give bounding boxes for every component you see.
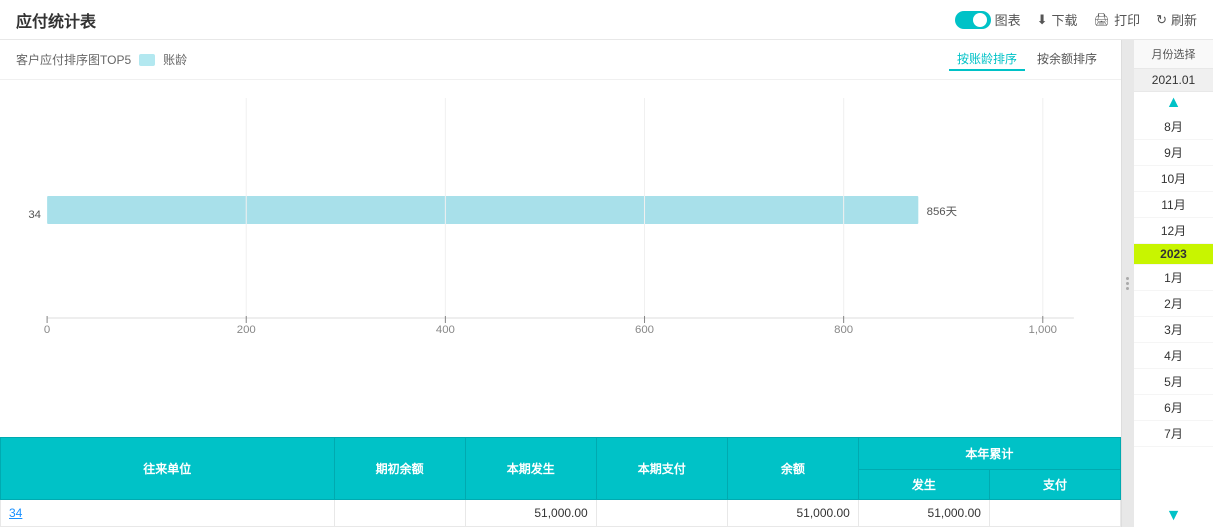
sidebar-nav-up[interactable]: ▲	[1134, 92, 1213, 114]
svg-text:200: 200	[237, 324, 256, 336]
cell-year-occur: 51,000.00	[858, 500, 989, 527]
svg-text:1,000: 1,000	[1029, 324, 1058, 336]
col-header-unit: 往来单位	[1, 438, 335, 500]
sidebar-month-6[interactable]: 6月	[1134, 395, 1213, 421]
col-header-current-pay: 本期支付	[596, 438, 727, 500]
sidebar-month-8[interactable]: 8月	[1134, 114, 1213, 140]
col-header-year-total: 本年累计	[858, 438, 1120, 470]
sidebar-month-3[interactable]: 3月	[1134, 317, 1213, 343]
chart-sort-buttons: 按账龄排序 按余额排序	[949, 48, 1105, 71]
unit-link[interactable]: 34	[9, 506, 22, 520]
download-button[interactable]: ⬇ 下载	[1037, 10, 1078, 29]
chart-toggle[interactable]: 图表	[955, 10, 1021, 29]
table-row: 34 51,000.00 51,000.00 51,000.00	[1, 500, 1121, 527]
svg-text:800: 800	[834, 324, 853, 336]
cell-current-pay	[596, 500, 727, 527]
sort-by-age-button[interactable]: 按账龄排序	[949, 48, 1025, 71]
sidebar-divider[interactable]	[1121, 40, 1133, 527]
download-icon: ⬇	[1037, 12, 1048, 28]
bar-chart: 34 856天 0 200	[16, 88, 1105, 348]
divider-dots	[1126, 277, 1129, 290]
chart-header: 客户应付排序图TOP5 账龄 按账龄排序 按余额排序	[0, 40, 1121, 80]
download-label: 下载	[1052, 10, 1078, 29]
cell-balance: 51,000.00	[727, 500, 858, 527]
sidebar-current-display: 2021.01	[1134, 69, 1213, 92]
cell-current-occur: 51,000.00	[465, 500, 596, 527]
toggle-switch[interactable]	[955, 11, 991, 29]
sidebar-nav-down[interactable]: ▼	[1134, 505, 1213, 527]
legend-box	[139, 54, 155, 66]
col-header-balance: 余额	[727, 438, 858, 500]
refresh-button[interactable]: ↻ 刷新	[1156, 10, 1197, 29]
col-header-current-occur: 本期发生	[465, 438, 596, 500]
svg-text:856天: 856天	[927, 206, 957, 218]
cell-opening	[334, 500, 465, 527]
sidebar-month-1[interactable]: 1月	[1134, 265, 1213, 291]
chevron-up-icon: ▲	[1166, 94, 1182, 112]
chevron-down-icon: ▼	[1166, 507, 1182, 525]
legend-box-label: 账龄	[163, 51, 187, 68]
chart-area: 客户应付排序图TOP5 账龄 按账龄排序 按余额排序 34	[0, 40, 1121, 527]
refresh-label: 刷新	[1171, 10, 1197, 29]
chart-toggle-label: 图表	[995, 10, 1021, 29]
col-header-year-occur: 发生	[858, 470, 989, 500]
sidebar-month-4[interactable]: 4月	[1134, 343, 1213, 369]
table-section: 往来单位 期初余额 本期发生 本期支付 余额 本年累计 发生 支付	[0, 437, 1121, 527]
svg-text:600: 600	[635, 324, 654, 336]
sidebar-month-10[interactable]: 10月	[1134, 166, 1213, 192]
sidebar-month-11[interactable]: 11月	[1134, 192, 1213, 218]
page-title: 应付统计表	[16, 8, 96, 32]
sidebar-title: 月份选择	[1134, 40, 1213, 69]
print-button[interactable]: 🖨 打印	[1094, 10, 1141, 29]
main-content: 客户应付排序图TOP5 账龄 按账龄排序 按余额排序 34	[0, 40, 1213, 527]
svg-text:0: 0	[44, 324, 50, 336]
header-actions: 图表 ⬇ 下载 🖨 打印 ↻ 刷新	[955, 10, 1197, 29]
chart-legend: 客户应付排序图TOP5 账龄	[16, 51, 187, 68]
right-sidebar: 月份选择 2021.01 ▲ 8月 9月 10月 11月 12月 2023 1月…	[1133, 40, 1213, 527]
sidebar-year-2023[interactable]: 2023	[1134, 244, 1213, 265]
sidebar-month-9[interactable]: 9月	[1134, 140, 1213, 166]
data-table: 往来单位 期初余额 本期发生 本期支付 余额 本年累计 发生 支付	[0, 437, 1121, 527]
sidebar-month-12[interactable]: 12月	[1134, 218, 1213, 244]
cell-unit: 34	[1, 500, 335, 527]
print-icon: 🖨	[1094, 12, 1111, 28]
chart-body: 34 856天 0 200	[0, 80, 1121, 437]
col-header-opening: 期初余额	[334, 438, 465, 500]
refresh-icon: ↻	[1156, 12, 1167, 28]
svg-text:400: 400	[436, 324, 455, 336]
svg-text:34: 34	[28, 209, 41, 221]
sidebar-months: 8月 9月 10月 11月 12月 2023 1月 2月 3月 4月 5月 6月…	[1134, 114, 1213, 505]
page-header: 应付统计表 图表 ⬇ 下载 🖨 打印 ↻ 刷新	[0, 0, 1213, 40]
print-label: 打印	[1114, 10, 1140, 29]
cell-year-pay	[989, 500, 1120, 527]
col-header-year-pay: 支付	[989, 470, 1120, 500]
sidebar-month-2[interactable]: 2月	[1134, 291, 1213, 317]
sidebar-month-5[interactable]: 5月	[1134, 369, 1213, 395]
legend-text: 客户应付排序图TOP5	[16, 51, 131, 68]
sort-by-balance-button[interactable]: 按余额排序	[1029, 48, 1105, 71]
sidebar-month-7[interactable]: 7月	[1134, 421, 1213, 447]
